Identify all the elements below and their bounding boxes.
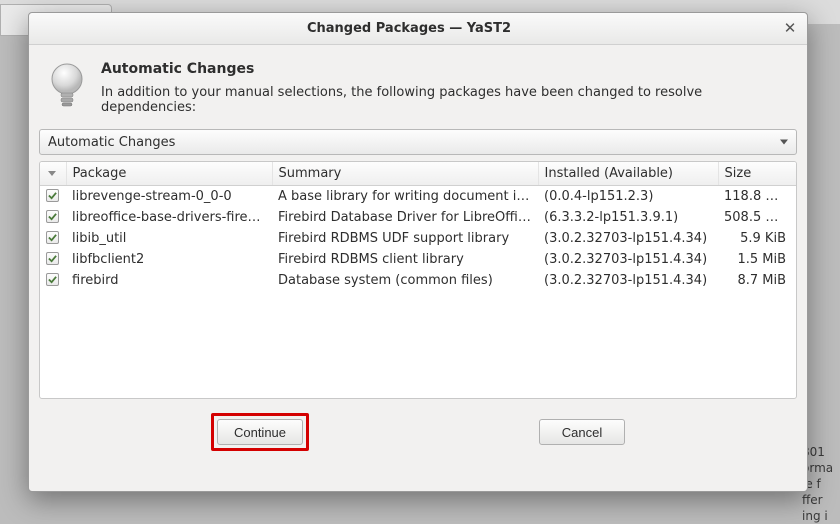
- continue-highlight: Continue: [211, 413, 309, 451]
- continue-button[interactable]: Continue: [217, 419, 303, 445]
- lightbulb-icon: [47, 61, 87, 113]
- sort-indicator-icon: [48, 171, 56, 176]
- column-checkbox[interactable]: [40, 162, 66, 186]
- column-package[interactable]: Package: [66, 162, 272, 186]
- cell-package: firebird: [66, 270, 272, 291]
- install-checkbox[interactable]: [46, 189, 59, 202]
- install-checkbox[interactable]: [46, 231, 59, 244]
- window-title: Changed Packages — YaST2: [37, 21, 781, 36]
- column-summary[interactable]: Summary: [272, 162, 538, 186]
- cell-size: 118.8 KiB: [718, 186, 796, 208]
- table-row[interactable]: libreoffice-base-drivers-firebi...Firebi…: [40, 207, 796, 228]
- cell-package: libfbclient2: [66, 249, 272, 270]
- section-dropdown[interactable]: Automatic Changes: [39, 129, 797, 155]
- button-row: Continue Cancel: [29, 399, 807, 467]
- changed-packages-dialog: Changed Packages — YaST2 ✕ Automatic Cha…: [28, 12, 808, 492]
- titlebar: Changed Packages — YaST2 ✕: [29, 13, 807, 45]
- cell-version: (6.3.3.2-lp151.3.9.1): [538, 207, 718, 228]
- cell-version: (3.0.2.32703-lp151.4.34): [538, 249, 718, 270]
- section-dropdown-label: Automatic Changes: [48, 135, 175, 150]
- cell-summary: A base library for writing document im..…: [272, 186, 538, 208]
- close-icon[interactable]: ✕: [781, 20, 799, 38]
- packages-table-wrapper: Package Summary Installed (Available) Si…: [39, 161, 797, 399]
- cell-package: librevenge-stream-0_0-0: [66, 186, 272, 208]
- cell-size: 8.7 MiB: [718, 270, 796, 291]
- cell-package: libreoffice-base-drivers-firebi...: [66, 207, 272, 228]
- cell-size: 5.9 KiB: [718, 228, 796, 249]
- dialog-header: Automatic Changes In addition to your ma…: [29, 45, 807, 123]
- cell-version: (3.0.2.32703-lp151.4.34): [538, 228, 718, 249]
- install-checkbox[interactable]: [46, 273, 59, 286]
- cell-package: libib_util: [66, 228, 272, 249]
- table-row[interactable]: libib_utilFirebird RDBMS UDF support lib…: [40, 228, 796, 249]
- install-checkbox[interactable]: [46, 210, 59, 223]
- table-row[interactable]: libfbclient2Firebird RDBMS client librar…: [40, 249, 796, 270]
- install-checkbox[interactable]: [46, 252, 59, 265]
- cell-summary: Firebird Database Driver for LibreOffice: [272, 207, 538, 228]
- table-row[interactable]: firebirdDatabase system (common files)(3…: [40, 270, 796, 291]
- cell-version: (3.0.2.32703-lp151.4.34): [538, 270, 718, 291]
- cell-summary: Database system (common files): [272, 270, 538, 291]
- cell-summary: Firebird RDBMS UDF support library: [272, 228, 538, 249]
- column-installed[interactable]: Installed (Available): [538, 162, 718, 186]
- cancel-button[interactable]: Cancel: [539, 419, 625, 445]
- cell-summary: Firebird RDBMS client library: [272, 249, 538, 270]
- column-size[interactable]: Size: [718, 162, 796, 186]
- cell-version: (0.0.4-lp151.2.3): [538, 186, 718, 208]
- table-row[interactable]: librevenge-stream-0_0-0A base library fo…: [40, 186, 796, 208]
- dialog-subtext: In addition to your manual selections, t…: [101, 85, 789, 115]
- packages-table: Package Summary Installed (Available) Si…: [40, 162, 796, 291]
- dialog-heading: Automatic Changes: [101, 61, 789, 77]
- cell-size: 1.5 MiB: [718, 249, 796, 270]
- chevron-down-icon: [780, 140, 788, 145]
- cell-size: 508.5 KiB: [718, 207, 796, 228]
